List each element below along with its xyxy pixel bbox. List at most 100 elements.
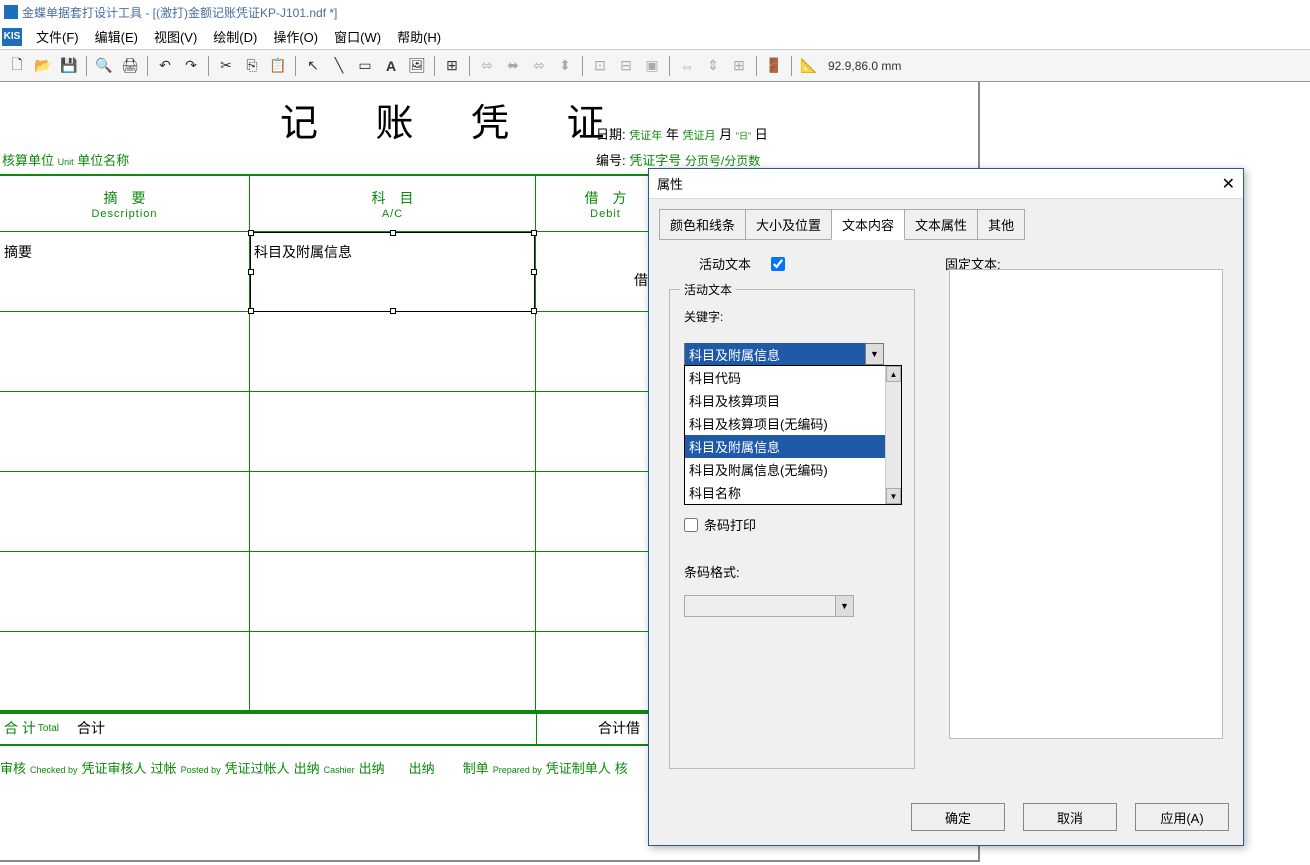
exit-icon[interactable]: 🚪 [763,55,785,77]
dropdown-item[interactable]: 科目名称 [685,481,901,504]
print-icon[interactable]: 🖨 [119,55,141,77]
front-icon[interactable]: ▣ [641,55,663,77]
unit-value: 单位名称 [77,153,129,168]
table-row [0,472,249,552]
fixed-text-area[interactable] [949,269,1223,739]
tab-text-attr[interactable]: 文本属性 [904,209,978,240]
menu-operate[interactable]: 操作(O) [265,25,326,48]
preview-icon[interactable]: 🔍 [93,55,115,77]
dropdown-item[interactable]: 科目及附属信息(无编码) [685,458,901,481]
cancel-button[interactable]: 取消 [1023,803,1117,831]
apply-button[interactable]: 应用(A) [1135,803,1229,831]
menu-window[interactable]: 窗口(W) [326,25,389,48]
dynamic-text-checkbox[interactable] [771,257,785,271]
copy-icon[interactable]: ⎘ [241,55,263,77]
menu-file[interactable]: 文件(F) [28,25,87,48]
keyword-combo[interactable]: 科目及附属信息 ▼ 科目代码 科目及核算项目 科目及核算项目(无编码) 科目及附… [684,343,884,365]
ruler-icon[interactable]: 📐 [798,55,820,77]
tab-text-content[interactable]: 文本内容 [831,209,905,240]
align-right-icon[interactable]: ⬄ [528,55,550,77]
line-icon[interactable]: ╲ [328,55,350,77]
scroll-up-icon[interactable]: ▲ [886,366,901,382]
total-label: 合 计 [0,718,36,738]
image-icon[interactable]: 🖼 [406,55,428,77]
date-line[interactable]: 日期: 凭证年 年 凭证月 月 "日" 日 [596,124,768,143]
total-sub: Total [38,723,59,734]
group-icon[interactable]: ⊡ [589,55,611,77]
menu-draw[interactable]: 绘制(D) [205,25,265,48]
resize-handle-nw[interactable] [248,230,254,236]
undo-icon[interactable]: ↶ [154,55,176,77]
unit-label: 核算单位 [2,153,54,168]
debit-text[interactable]: 借 [634,270,648,290]
table-row [0,552,249,632]
save-icon[interactable]: 💾 [58,55,80,77]
redo-icon[interactable]: ↷ [180,55,202,77]
dropdown-scrollbar[interactable]: ▲ ▼ [885,366,901,504]
table-icon[interactable]: ⊞ [441,55,463,77]
dropdown-item[interactable]: 科目代码 [685,366,901,389]
pointer-icon[interactable]: ↖ [302,55,324,77]
open-icon[interactable]: 📂 [32,55,54,77]
table-row [0,312,249,392]
scroll-down-icon[interactable]: ▼ [886,488,901,504]
chevron-down-icon[interactable]: ▼ [835,596,853,616]
foot-cashier-sub: Cashier [324,765,355,775]
separator [147,56,148,76]
barcode-checkbox[interactable] [684,518,698,532]
body-desc-col [0,232,250,712]
foot-cashier: 出纳 [294,758,320,777]
date-label: 日期: [596,127,626,142]
text-icon[interactable]: A [380,55,402,77]
dropdown-item[interactable]: 科目及核算项目 [685,389,901,412]
tab-size[interactable]: 大小及位置 [745,209,832,240]
vdist-icon[interactable]: ⇕ [702,55,724,77]
align-center-icon[interactable]: ⬌ [502,55,524,77]
number-page: 分页号/分页数 [685,154,760,168]
menu-help[interactable]: 帮助(H) [389,25,449,48]
resize-handle-s[interactable] [390,308,396,314]
foot-check: 审核 [0,758,26,777]
tab-color[interactable]: 颜色和线条 [659,209,746,240]
resize-handle-n[interactable] [390,230,396,236]
selected-text[interactable]: 科目及附属信息 [254,242,352,262]
ungroup-icon[interactable]: ⊟ [615,55,637,77]
cut-icon[interactable]: ✂ [215,55,237,77]
hdist-icon[interactable]: ⇔ [676,55,698,77]
kis-logo-icon: KIS [2,28,22,46]
dialog-titlebar[interactable]: 属性 ✕ [649,169,1243,199]
close-icon[interactable]: ✕ [1222,174,1235,194]
day-char: 日 [755,127,768,142]
resize-handle-ne[interactable] [531,230,537,236]
tab-other[interactable]: 其他 [977,209,1025,240]
ok-button[interactable]: 确定 [911,803,1005,831]
footer-line[interactable]: 审核 Checked by 凭证审核人 过帐 Posted by 凭证过帐人 出… [0,758,628,777]
rect-icon[interactable]: ▭ [354,55,376,77]
resize-handle-e[interactable] [531,269,537,275]
menu-view[interactable]: 视图(V) [146,25,205,48]
coordinates: 92.9,86.0 mm [828,59,928,73]
resize-handle-se[interactable] [531,308,537,314]
separator [295,56,296,76]
align-top-icon[interactable]: ⬍ [554,55,576,77]
new-icon[interactable]: 🗋 [6,55,28,77]
resize-handle-w[interactable] [248,269,254,275]
document-title[interactable]: 记 账 凭 证 [280,92,629,147]
foot-check-val: 凭证审核人 [82,758,147,777]
dropdown-item-selected[interactable]: 科目及附属信息 [685,435,901,458]
barcode-format-combo[interactable]: ▼ [684,595,854,617]
combo-value: 科目及附属信息 [685,343,865,366]
chevron-down-icon[interactable]: ▼ [865,344,883,364]
abstract-text[interactable]: 摘要 [4,242,32,262]
menu-edit[interactable]: 编辑(E) [87,25,146,48]
number-line[interactable]: 编号: 凭证字号 分页号/分页数 [596,150,760,169]
size-icon[interactable]: ⊞ [728,55,750,77]
align-left-icon[interactable]: ⬄ [476,55,498,77]
unit-line[interactable]: 核算单位 Unit 单位名称 [2,150,129,169]
dropdown-item[interactable]: 科目及核算项目(无编码) [685,412,901,435]
barcode-label: 条码打印 [704,515,756,534]
paste-icon[interactable]: 📋 [267,55,289,77]
dynamic-text-label: 活动文本 [699,254,751,273]
hdr-debit-sub: Debit [590,208,621,220]
resize-handle-sw[interactable] [248,308,254,314]
